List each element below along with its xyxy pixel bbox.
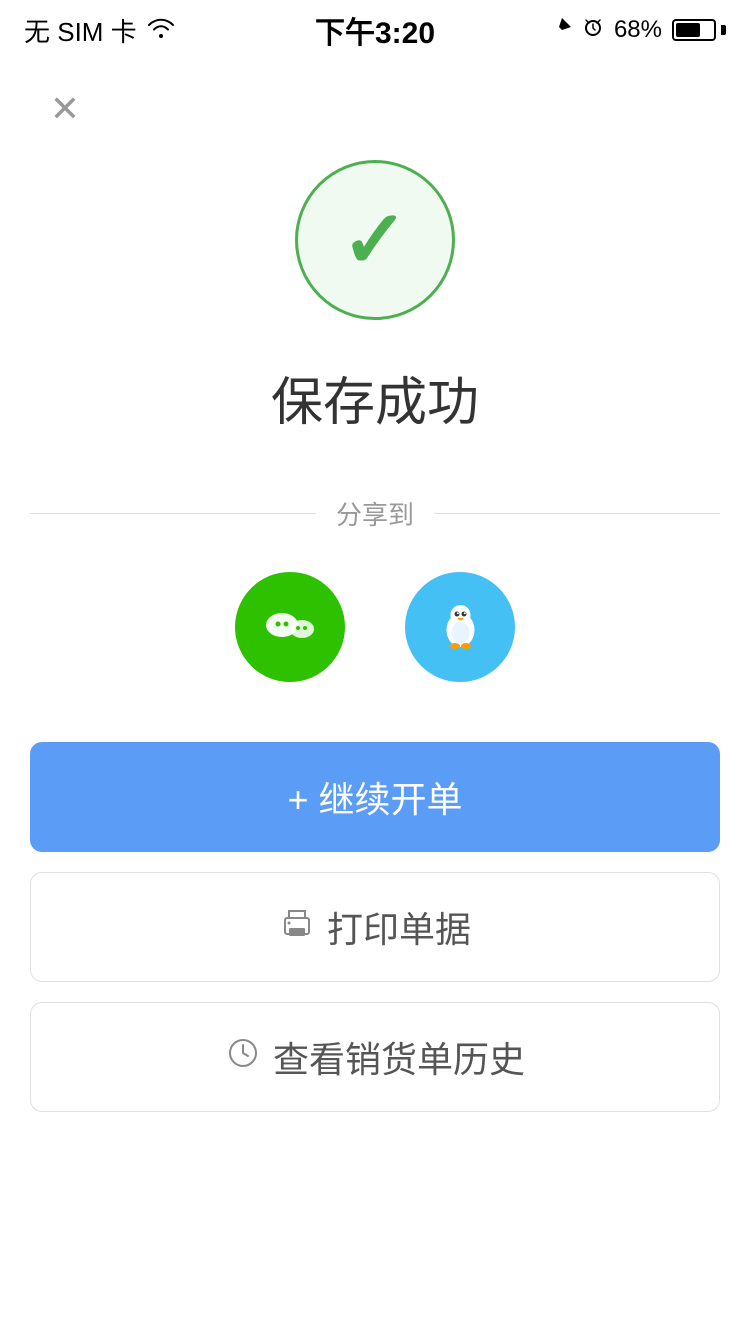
qq-icon [428,595,493,660]
wechat-share-button[interactable] [235,572,345,682]
success-circle: ✓ [295,160,455,320]
wifi-icon [147,16,175,45]
print-label: 打印单据 [327,901,471,953]
history-button[interactable]: 查看销货单历史 [30,1002,720,1112]
print-icon [279,905,315,950]
action-buttons: + 继续开单 打印单据 查看销货单历史 [30,742,720,1112]
alarm-icon [582,16,604,45]
wechat-icon [258,595,323,660]
history-icon [225,1035,261,1080]
history-label: 查看销货单历史 [273,1031,525,1083]
divider-left [30,513,316,514]
status-bar: 无 SIM 卡 下午3:20 68% [0,0,750,60]
share-icons-row [30,572,720,682]
print-button[interactable]: 打印单据 [30,872,720,982]
continue-button[interactable]: + 继续开单 [30,742,720,852]
qq-share-button[interactable] [405,572,515,682]
success-title: 保存成功 [271,360,479,435]
carrier-text: 无 SIM 卡 [24,12,137,49]
main-content: ✕ ✓ 保存成功 分享到 [0,60,750,1334]
share-section: 分享到 [30,495,720,682]
battery-icon [672,19,726,41]
battery-percentage: 68% [614,16,662,44]
status-time: 下午3:20 [315,8,435,52]
location-icon [552,16,572,44]
share-divider-row: 分享到 [30,495,720,532]
close-icon: ✕ [50,91,80,127]
status-carrier: 无 SIM 卡 [24,12,175,49]
check-icon: ✓ [341,200,408,280]
divider-right [434,513,720,514]
close-button[interactable]: ✕ [40,84,90,134]
status-right: 68% [552,16,726,45]
share-label: 分享到 [336,495,414,532]
